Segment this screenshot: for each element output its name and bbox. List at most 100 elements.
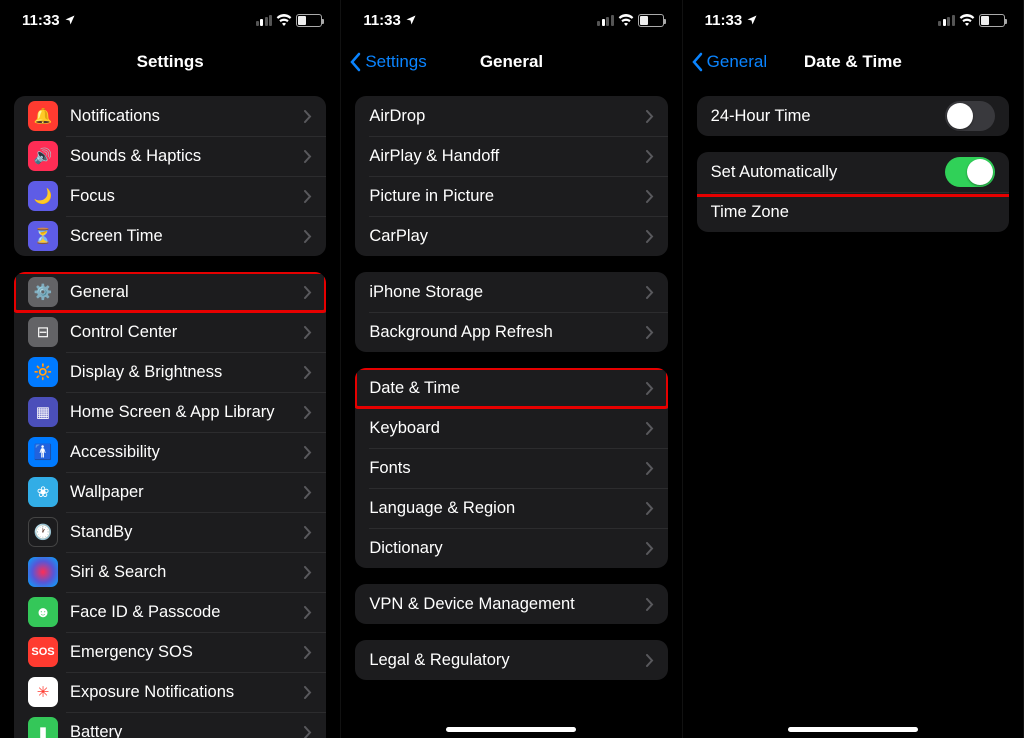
row-focus[interactable]: 🌙 Focus [14,176,326,216]
row-label: CarPlay [369,227,645,246]
row-label: Screen Time [70,227,304,246]
toggle-24-hour[interactable] [945,101,995,131]
chevron-right-icon [646,382,654,395]
group-storage: iPhone Storage Background App Refresh [355,272,667,352]
home-indicator[interactable] [788,727,918,732]
row-sounds-haptics[interactable]: 🔊 Sounds & Haptics [14,136,326,176]
row-language-region[interactable]: Language & Region [355,488,667,528]
face-id-icon: ☻ [28,597,58,627]
home-indicator[interactable] [446,727,576,732]
row-label: StandBy [70,523,304,542]
wifi-icon [959,14,975,26]
row-label: Date & Time [369,379,645,398]
row-control-center[interactable]: ⊟ Control Center [14,312,326,352]
row-wallpaper[interactable]: ❀ Wallpaper [14,472,326,512]
wifi-icon [618,14,634,26]
accessibility-icon: 🚹 [28,437,58,467]
chevron-right-icon [646,190,654,203]
wallpaper-icon: ❀ [28,477,58,507]
group-notifications: 🔔 Notifications 🔊 Sounds & Haptics 🌙 Foc… [14,96,326,256]
home-screen-icon: ▦ [28,397,58,427]
toggle-set-automatically[interactable] [945,157,995,187]
chevron-right-icon [304,406,312,419]
row-exposure-notifications[interactable]: ✳︎ Exposure Notifications [14,672,326,712]
standby-icon: 🕐 [28,517,58,547]
row-label: Display & Brightness [70,363,304,382]
chevron-right-icon [304,566,312,579]
row-label: 24-Hour Time [711,107,945,126]
row-siri[interactable]: Siri & Search [14,552,326,592]
signal-icon [256,15,273,26]
row-display-brightness[interactable]: 🔆 Display & Brightness [14,352,326,392]
group-24hour: 24-Hour Time [697,96,1009,136]
row-label: Time Zone [711,203,995,222]
row-fonts[interactable]: Fonts [355,448,667,488]
row-background-refresh[interactable]: Background App Refresh [355,312,667,352]
date-time-list[interactable]: 24-Hour Time Set Automatically Time Zone [683,84,1023,738]
general-icon: ⚙️ [28,277,58,307]
chevron-right-icon [304,366,312,379]
nav-header: General Date & Time [683,40,1023,84]
row-battery[interactable]: ▮ Battery [14,712,326,738]
row-label: Fonts [369,459,645,478]
row-label: Control Center [70,323,304,342]
row-label: Home Screen & App Library [70,403,304,422]
battery-icon: 6 [638,14,664,27]
row-date-time[interactable]: Date & Time [355,368,667,408]
chevron-right-icon [646,150,654,163]
chevron-right-icon [646,422,654,435]
row-general[interactable]: ⚙️ General [14,272,326,312]
row-label: Language & Region [369,499,645,518]
chevron-right-icon [304,646,312,659]
pane-general: 11:33 6 Settings General AirDrop AirPlay… [341,0,682,738]
chevron-right-icon [304,326,312,339]
general-list[interactable]: AirDrop AirPlay & Handoff Picture in Pic… [341,84,681,738]
row-time-zone[interactable]: Time Zone [697,192,1009,232]
chevron-right-icon [646,654,654,667]
row-airdrop[interactable]: AirDrop [355,96,667,136]
row-label: Focus [70,187,304,206]
row-dictionary[interactable]: Dictionary [355,528,667,568]
status-bar: 11:33 6 [341,0,681,40]
row-label: AirDrop [369,107,645,126]
row-legal[interactable]: Legal & Regulatory [355,640,667,680]
row-keyboard[interactable]: Keyboard [355,408,667,448]
battery-icon: 6 [296,14,322,27]
row-label: Wallpaper [70,483,304,502]
row-label: Keyboard [369,419,645,438]
pane-settings: 11:33 6 Settings 🔔 Notifications [0,0,341,738]
back-label: General [707,52,767,72]
page-title: Settings [137,52,204,72]
row-set-automatically[interactable]: Set Automatically [697,152,1009,192]
chevron-right-icon [646,462,654,475]
back-button[interactable]: Settings [349,40,426,84]
settings-list[interactable]: 🔔 Notifications 🔊 Sounds & Haptics 🌙 Foc… [0,84,340,738]
row-screen-time[interactable]: ⏳ Screen Time [14,216,326,256]
row-emergency-sos[interactable]: SOS Emergency SOS [14,632,326,672]
row-label: Picture in Picture [369,187,645,206]
row-label: Legal & Regulatory [369,651,645,670]
row-pip[interactable]: Picture in Picture [355,176,667,216]
row-face-id[interactable]: ☻ Face ID & Passcode [14,592,326,632]
group-airdrop: AirDrop AirPlay & Handoff Picture in Pic… [355,96,667,256]
row-standby[interactable]: 🕐 StandBy [14,512,326,552]
row-home-screen[interactable]: ▦ Home Screen & App Library [14,392,326,432]
location-icon [405,14,417,26]
back-button[interactable]: General [691,40,767,84]
sounds-icon: 🔊 [28,141,58,171]
row-accessibility[interactable]: 🚹 Accessibility [14,432,326,472]
row-vpn[interactable]: VPN & Device Management [355,584,667,624]
row-label: Notifications [70,107,304,126]
display-icon: 🔆 [28,357,58,387]
row-24-hour-time[interactable]: 24-Hour Time [697,96,1009,136]
row-label: iPhone Storage [369,283,645,302]
row-carplay[interactable]: CarPlay [355,216,667,256]
signal-icon [938,15,955,26]
back-label: Settings [365,52,426,72]
row-airplay[interactable]: AirPlay & Handoff [355,136,667,176]
row-notifications[interactable]: 🔔 Notifications [14,96,326,136]
row-label: Battery [70,723,304,738]
chevron-right-icon [646,286,654,299]
row-iphone-storage[interactable]: iPhone Storage [355,272,667,312]
row-label: Exposure Notifications [70,683,304,702]
